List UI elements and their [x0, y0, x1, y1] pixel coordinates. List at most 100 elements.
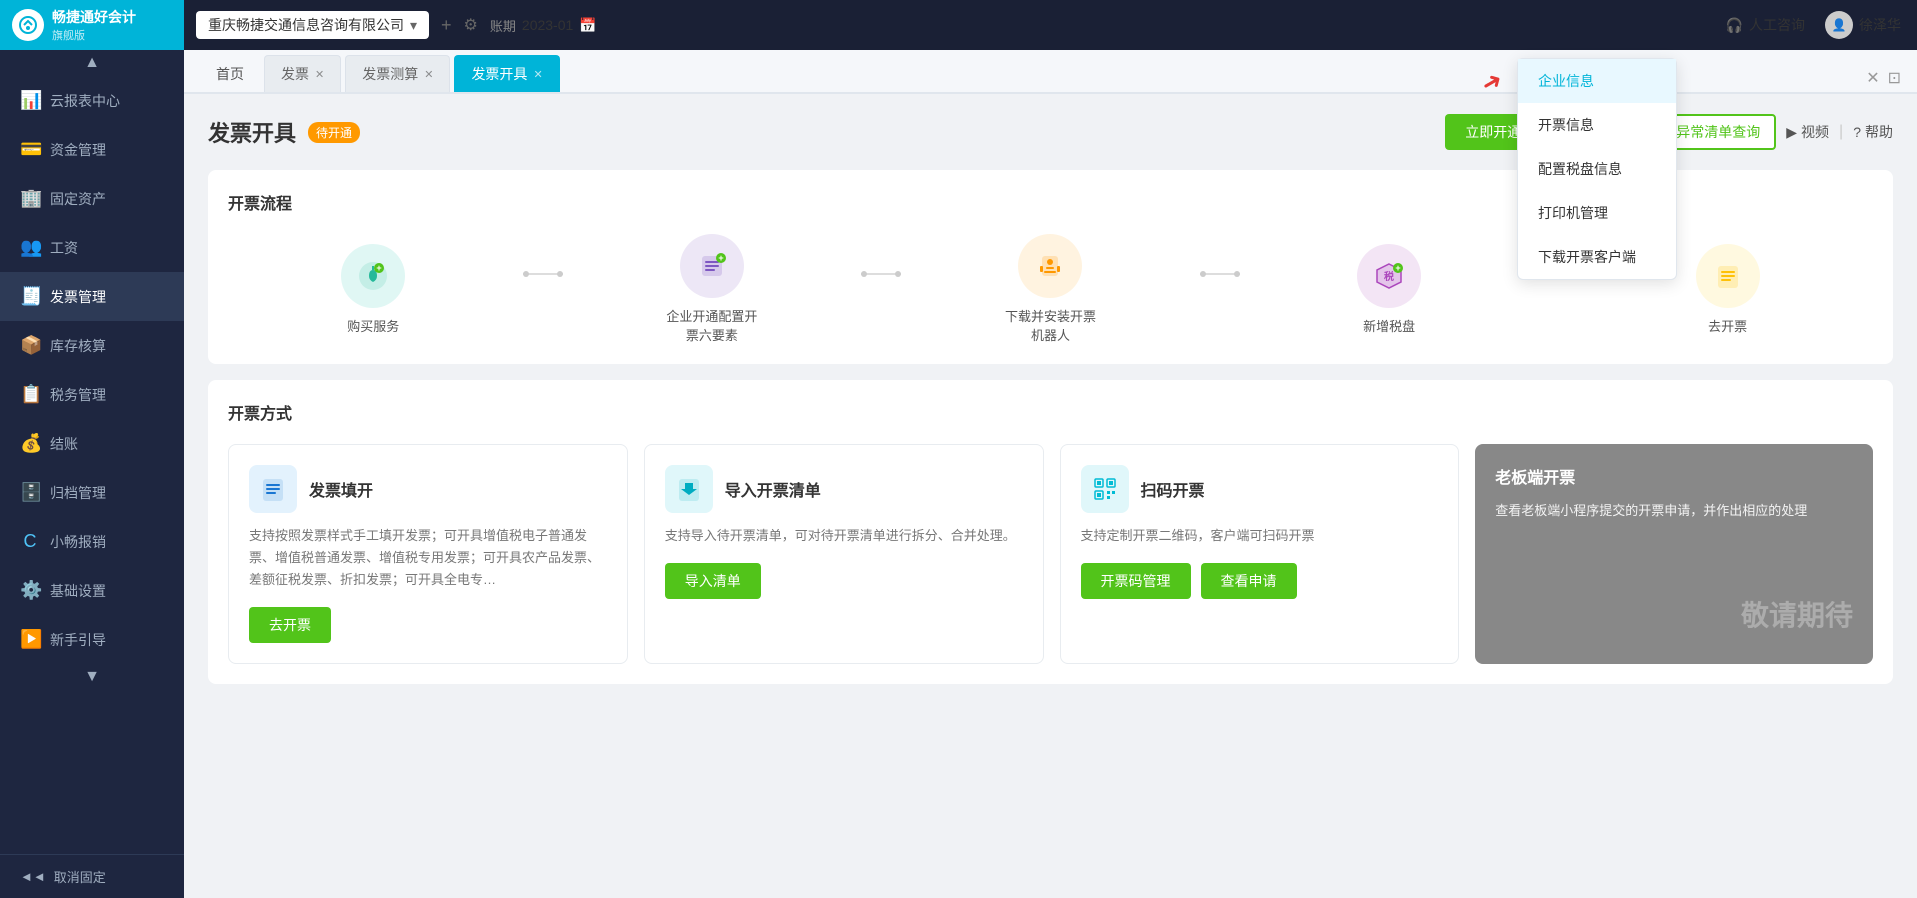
dropdown-printer[interactable]: 打印机管理 — [1518, 191, 1676, 235]
flow-step-5-icon — [1696, 244, 1760, 308]
sidebar-item-guide[interactable]: ▶️ 新手引导 — [0, 615, 184, 664]
tab-invoice-issue-label: 发票开具 — [471, 64, 527, 84]
logo-icon — [12, 9, 44, 41]
video-label: 视频 — [1801, 122, 1829, 142]
maximize-window-button[interactable]: ⊡ — [1888, 68, 1901, 88]
flow-step-2-icon: + — [680, 234, 744, 298]
tab-invoice[interactable]: 发票 ✕ — [264, 55, 341, 92]
method-card-scan: 扫码开票 支持定制开票二维码，客户端可扫码开票 开票码管理 查看申请 — [1060, 444, 1460, 664]
sidebar-item-label: 结账 — [50, 434, 78, 454]
settlement-icon: 💰 — [20, 433, 40, 454]
sidebar-item-payroll[interactable]: 👥 工资 — [0, 223, 184, 272]
sidebar-item-label: 资金管理 — [50, 140, 106, 160]
flow-divider-1 — [523, 273, 563, 275]
method-fill-header: 发票填开 — [249, 465, 607, 513]
inventory-icon: 📦 — [20, 335, 40, 356]
company-name: 重庆畅捷交通信息咨询有限公司 — [208, 15, 404, 35]
user-profile[interactable]: 👤 徐泽华 — [1825, 11, 1901, 39]
fund-icon: 💳 — [20, 139, 40, 160]
methods-section: 开票方式 — [208, 380, 1893, 684]
question-icon: ? — [1853, 124, 1861, 140]
sidebar-item-settlement[interactable]: 💰 结账 — [0, 419, 184, 468]
flow-divider-3 — [1200, 273, 1240, 275]
method-scan-icon — [1081, 465, 1129, 513]
svg-text:税: 税 — [1384, 270, 1394, 283]
flow-step-2: + 企业开通配置开票六要素 — [567, 234, 858, 344]
tab-invoice-close[interactable]: ✕ — [315, 68, 324, 81]
method-scan-header: 扫码开票 — [1081, 465, 1439, 513]
tab-invoice-label: 发票 — [281, 64, 309, 84]
dropdown-ticket-info[interactable]: 开票信息 — [1518, 103, 1676, 147]
svg-text:+: + — [377, 263, 382, 273]
logo-text-area: 畅捷通好会计 旗舰版 — [52, 7, 136, 43]
settings-button[interactable]: ⚙ — [464, 15, 478, 35]
import-list-button[interactable]: 导入清单 — [665, 563, 761, 599]
cloud-report-icon: 📊 — [20, 90, 40, 111]
flow-step-5-label: 去开票 — [1708, 316, 1747, 335]
close-window-button[interactable]: ✕ — [1866, 68, 1879, 88]
settings-nav-icon: ⚙️ — [20, 580, 40, 601]
sidebar-item-fund[interactable]: 💳 资金管理 — [0, 125, 184, 174]
headset-icon: 🎧 — [1726, 17, 1743, 34]
sidebar-item-fixed-assets[interactable]: 🏢 固定资产 — [0, 174, 184, 223]
boss-card-watermark: 敬请期待 — [1741, 594, 1853, 634]
sidebar-item-invoice[interactable]: 🧾 发票管理 — [0, 272, 184, 321]
fill-invoice-button[interactable]: 去开票 — [249, 607, 331, 643]
sidebar-item-archive[interactable]: 🗄️ 归档管理 — [0, 468, 184, 517]
sidebar-item-cloud-report[interactable]: 📊 云报表中心 — [0, 76, 184, 125]
sidebar-item-inventory[interactable]: 📦 库存核算 — [0, 321, 184, 370]
tab-home[interactable]: 首页 — [200, 56, 260, 92]
add-company-button[interactable]: + — [441, 15, 452, 36]
flow-step-3-icon — [1018, 234, 1082, 298]
video-button[interactable]: ▶ 视频 — [1786, 122, 1829, 142]
sidebar-unpin-button[interactable]: ◄◄ 取消固定 — [0, 854, 184, 898]
qrcode-manage-button[interactable]: 开票码管理 — [1081, 563, 1191, 599]
sidebar-item-settings[interactable]: ⚙️ 基础设置 — [0, 566, 184, 615]
logo-sub-text: 旗舰版 — [52, 27, 136, 43]
tab-invoice-calc[interactable]: 发票测算 ✕ — [345, 55, 450, 92]
pin-icon: ◄◄ — [20, 869, 46, 884]
avatar: 👤 — [1825, 11, 1853, 39]
consultant-button[interactable]: 🎧 人工咨询 — [1726, 15, 1805, 35]
view-application-button[interactable]: 查看申请 — [1201, 563, 1297, 599]
flow-step-2-label: 企业开通配置开票六要素 — [662, 306, 762, 344]
sidebar-item-label: 云报表中心 — [50, 91, 120, 111]
tab-invoice-issue-close[interactable]: ✕ — [533, 68, 542, 81]
method-card-fill: 发票填开 支持按照发票样式手工填开发票；可开具增值税电子普通发票、增值税普通发票… — [228, 444, 628, 664]
flow-step-4: 税 + 新增税盘 — [1244, 244, 1535, 335]
tab-invoice-issue[interactable]: 发票开具 ✕ — [454, 55, 559, 92]
sidebar-item-label: 新手引导 — [50, 630, 106, 650]
method-fill-desc: 支持按照发票样式手工填开发票；可开具增值税电子普通发票、增值税普通发票、增值税专… — [249, 525, 607, 591]
page-title: 发票开具 待开通 — [208, 116, 360, 148]
svg-text:+: + — [1395, 263, 1400, 273]
company-selector[interactable]: 重庆畅捷交通信息咨询有限公司 ▾ — [196, 11, 429, 39]
dropdown-download-client[interactable]: 下载开票客户端 — [1518, 235, 1676, 279]
user-name: 徐泽华 — [1859, 15, 1901, 35]
boss-card-desc: 查看老板端小程序提交的开票申请，并作出相应的处理 — [1495, 500, 1853, 522]
help-button[interactable]: ? 帮助 — [1853, 122, 1893, 142]
abnormal-list-button[interactable]: 异常清单查询 — [1660, 114, 1776, 150]
dropdown-tax-config[interactable]: 配置税盘信息 — [1518, 147, 1676, 191]
method-card-boss: 老板端开票 查看老板端小程序提交的开票申请，并作出相应的处理 敬请期待 — [1475, 444, 1873, 664]
flow-step-1: + 购买服务 — [228, 244, 519, 335]
svg-text:+: + — [718, 253, 723, 263]
period-display: 账期 2023-01 📅 — [490, 16, 597, 35]
sidebar-item-label: 库存核算 — [50, 336, 106, 356]
flow-step-3-label: 下载并安装开票机器人 — [1000, 306, 1100, 344]
settings-dropdown-menu: 企业信息 开票信息 配置税盘信息 打印机管理 下载开票客户端 — [1517, 58, 1677, 280]
method-scan-title: 扫码开票 — [1141, 477, 1205, 501]
method-cards: 发票填开 支持按照发票样式手工填开发票；可开具增值税电子普通发票、增值税普通发票… — [228, 444, 1873, 664]
company-dropdown-icon: ▾ — [410, 17, 417, 34]
sidebar-scroll-down[interactable]: ▼ — [0, 664, 184, 690]
calendar-icon[interactable]: 📅 — [579, 17, 596, 34]
sidebar-scroll-up[interactable]: ▲ — [0, 50, 184, 76]
sidebar-item-tax[interactable]: 📋 税务管理 — [0, 370, 184, 419]
logo-main-text: 畅捷通好会计 — [52, 7, 136, 27]
play-icon: ▶ — [1786, 124, 1797, 141]
sidebar-item-report-sales[interactable]: C 小畅报销 — [0, 517, 184, 566]
tab-invoice-calc-close[interactable]: ✕ — [424, 68, 433, 81]
status-badge: 待开通 — [308, 122, 360, 143]
dropdown-company-info[interactable]: 企业信息 — [1518, 59, 1676, 103]
method-import-header: 导入开票清单 — [665, 465, 1023, 513]
report-sales-icon: C — [20, 531, 40, 552]
